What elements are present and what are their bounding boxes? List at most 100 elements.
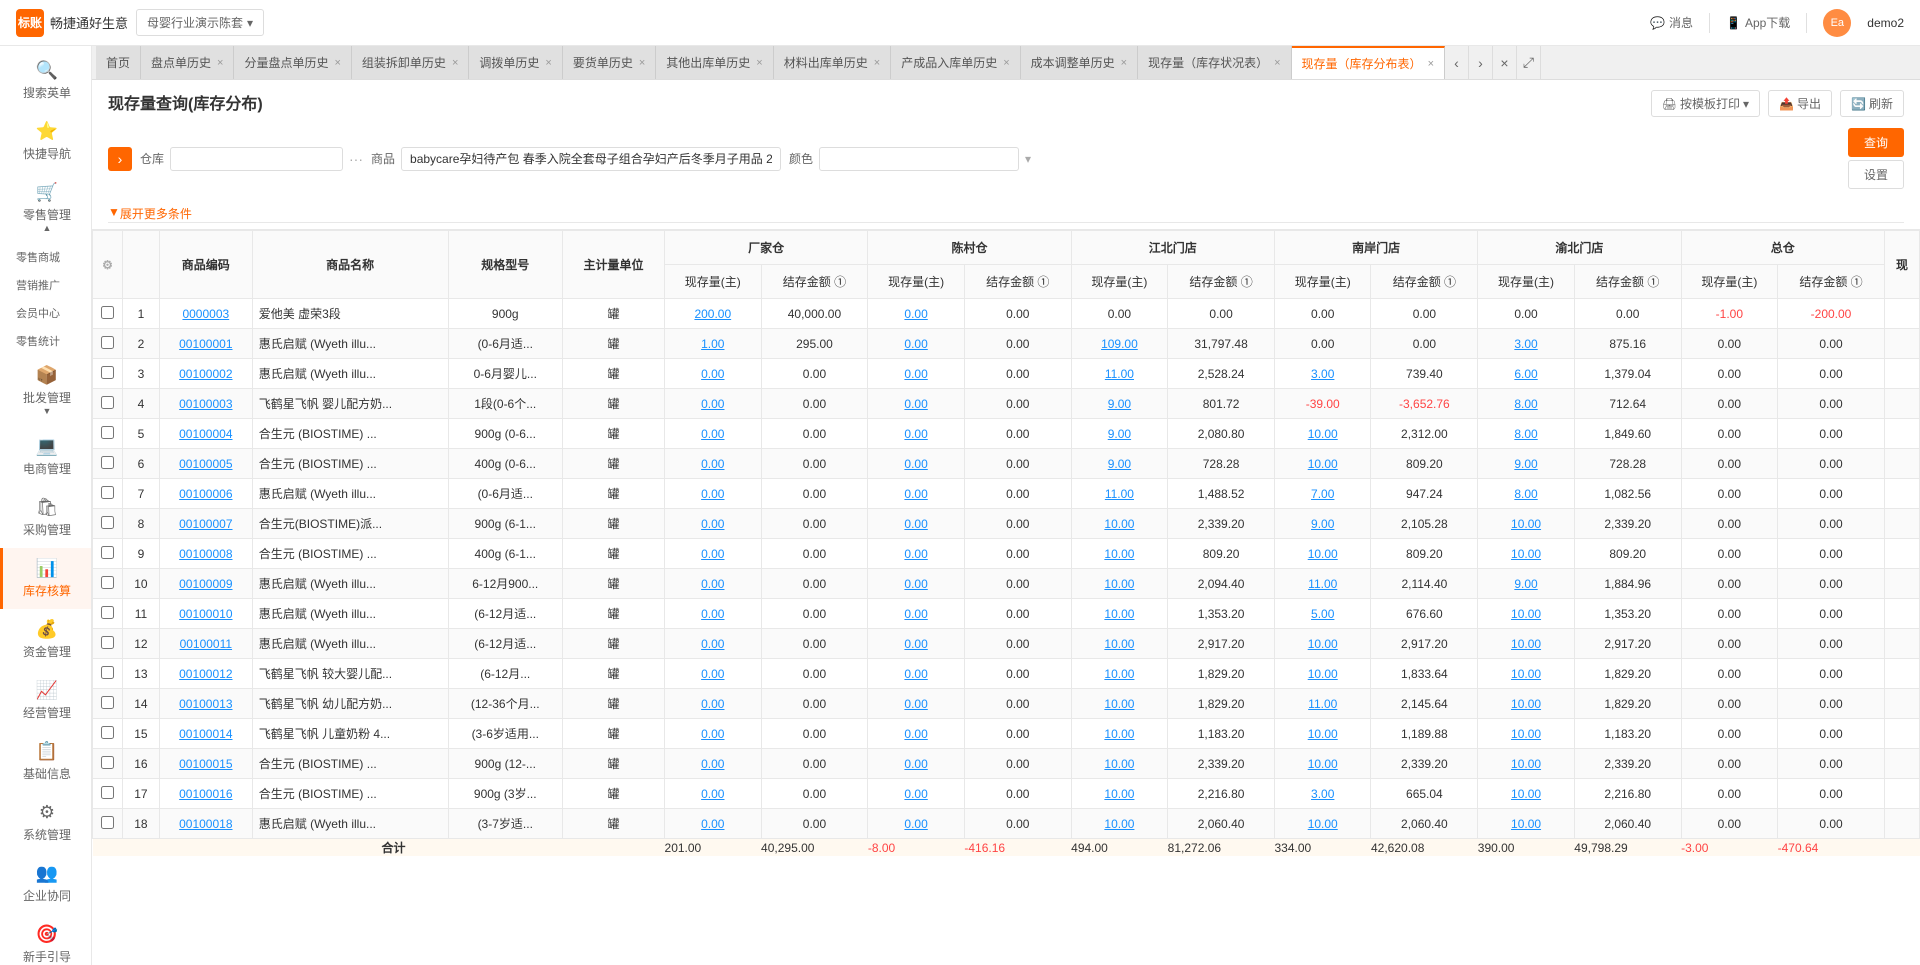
td-c-qty[interactable]: 0.00 <box>868 479 965 509</box>
warehouse-input[interactable] <box>170 147 343 171</box>
td-f-qty[interactable]: 0.00 <box>665 659 762 689</box>
td-f-qty[interactable]: 0.00 <box>665 599 762 629</box>
tab-close-icon[interactable]: × <box>1121 57 1127 69</box>
td-c-qty[interactable]: 0.00 <box>868 719 965 749</box>
td-na-qty[interactable]: -39.00 <box>1274 389 1371 419</box>
sidebar-item-retail[interactable]: 🛒 零售管理 ▲ <box>0 172 91 243</box>
td-f-qty[interactable]: 0.00 <box>665 809 762 839</box>
td-checkbox[interactable] <box>93 749 123 779</box>
td-yb-qty[interactable]: 10.00 <box>1478 689 1575 719</box>
td-c-qty[interactable]: 0.00 <box>868 299 965 329</box>
td-c-qty[interactable]: 0.00 <box>868 389 965 419</box>
sidebar-subitem-marketing[interactable]: 营销推广 <box>0 271 91 299</box>
td-checkbox[interactable] <box>93 509 123 539</box>
td-f-qty[interactable]: 1.00 <box>665 329 762 359</box>
td-na-qty[interactable]: 10.00 <box>1274 539 1371 569</box>
td-t-qty[interactable]: 0.00 <box>1681 809 1778 839</box>
td-checkbox[interactable] <box>93 389 123 419</box>
td-na-qty[interactable]: 11.00 <box>1274 569 1371 599</box>
td-f-qty[interactable]: 0.00 <box>665 539 762 569</box>
tab-transfer[interactable]: 调拨单历史 × <box>469 46 562 80</box>
td-na-qty[interactable]: 10.00 <box>1274 629 1371 659</box>
tab-cost-adjust[interactable]: 成本调整单历史 × <box>1021 46 1138 80</box>
td-checkbox[interactable] <box>93 299 123 329</box>
td-f-qty[interactable]: 0.00 <box>665 479 762 509</box>
tab-close-icon[interactable]: × <box>545 57 551 69</box>
nav-selector[interactable]: 母婴行业演示陈套 ▾ <box>136 9 264 36</box>
td-jb-qty[interactable]: 10.00 <box>1071 719 1168 749</box>
tab-close-icon[interactable]: × <box>1003 57 1009 69</box>
tab-close-icon[interactable]: × <box>1428 58 1434 70</box>
td-jb-qty[interactable]: 9.00 <box>1071 419 1168 449</box>
td-yb-qty[interactable]: 10.00 <box>1478 509 1575 539</box>
app-download-btn[interactable]: 📱 App下载 <box>1726 14 1790 31</box>
td-c-qty[interactable]: 0.00 <box>868 659 965 689</box>
td-yb-qty[interactable]: 10.00 <box>1478 599 1575 629</box>
td-c-qty[interactable]: 0.00 <box>868 509 965 539</box>
sidebar-item-guide[interactable]: 🎯 新手引导 <box>0 914 91 965</box>
td-jb-qty[interactable]: 10.00 <box>1071 689 1168 719</box>
td-code[interactable]: 00100012 <box>159 659 252 689</box>
td-f-qty[interactable]: 0.00 <box>665 569 762 599</box>
td-c-qty[interactable]: 0.00 <box>868 569 965 599</box>
td-jb-qty[interactable]: 0.00 <box>1071 299 1168 329</box>
td-jb-qty[interactable]: 10.00 <box>1071 509 1168 539</box>
td-yb-qty[interactable]: 8.00 <box>1478 479 1575 509</box>
tab-home[interactable]: 首页 <box>96 46 141 80</box>
td-c-qty[interactable]: 0.00 <box>868 599 965 629</box>
td-t-qty[interactable]: 0.00 <box>1681 659 1778 689</box>
tab-assemble[interactable]: 组装拆卸单历史 × <box>352 46 469 80</box>
tab-next-btn[interactable]: › <box>1469 46 1493 80</box>
sidebar-item-purchase[interactable]: 🛍 采购管理 <box>0 487 91 548</box>
td-f-qty[interactable]: 0.00 <box>665 389 762 419</box>
tab-close-icon[interactable]: × <box>874 57 880 69</box>
td-c-qty[interactable]: 0.00 <box>868 689 965 719</box>
tab-other-out[interactable]: 其他出库单历史 × <box>656 46 773 80</box>
td-checkbox[interactable] <box>93 569 123 599</box>
td-na-qty[interactable]: 10.00 <box>1274 659 1371 689</box>
td-c-qty[interactable]: 0.00 <box>868 779 965 809</box>
td-jb-qty[interactable]: 11.00 <box>1071 359 1168 389</box>
td-c-qty[interactable]: 0.00 <box>868 449 965 479</box>
td-code[interactable]: 00100013 <box>159 689 252 719</box>
td-code[interactable]: 00100016 <box>159 779 252 809</box>
color-input[interactable] <box>819 147 1019 171</box>
tab-close-icon[interactable]: × <box>217 57 223 69</box>
tab-close-icon[interactable]: × <box>639 57 645 69</box>
td-yb-qty[interactable]: 10.00 <box>1478 629 1575 659</box>
td-t-qty[interactable]: -1.00 <box>1681 299 1778 329</box>
sidebar-item-finance[interactable]: 💰 资金管理 <box>0 609 91 670</box>
td-yb-qty[interactable]: 10.00 <box>1478 659 1575 689</box>
td-t-qty[interactable]: 0.00 <box>1681 629 1778 659</box>
td-t-qty[interactable]: 0.00 <box>1681 779 1778 809</box>
td-f-qty[interactable]: 0.00 <box>665 359 762 389</box>
td-yb-qty[interactable]: 9.00 <box>1478 449 1575 479</box>
tab-material-out[interactable]: 材料出库单历史 × <box>774 46 891 80</box>
dots-icon[interactable]: ··· <box>349 151 363 167</box>
td-jb-qty[interactable]: 10.00 <box>1071 629 1168 659</box>
td-yb-qty[interactable]: 3.00 <box>1478 329 1575 359</box>
td-checkbox[interactable] <box>93 359 123 389</box>
td-na-qty[interactable]: 3.00 <box>1274 779 1371 809</box>
sidebar-item-operation[interactable]: 📈 经营管理 <box>0 670 91 731</box>
refresh-btn[interactable]: 🔄 刷新 <box>1840 90 1904 117</box>
td-f-qty[interactable]: 0.00 <box>665 719 762 749</box>
td-c-qty[interactable]: 0.00 <box>868 749 965 779</box>
td-t-qty[interactable]: 0.00 <box>1681 719 1778 749</box>
tab-stock-dist[interactable]: 现存量（库存分布表） × <box>1292 46 1445 80</box>
td-f-qty[interactable]: 200.00 <box>665 299 762 329</box>
td-yb-qty[interactable]: 10.00 <box>1478 809 1575 839</box>
sidebar-subitem-member[interactable]: 会员中心 <box>0 299 91 327</box>
td-checkbox[interactable] <box>93 719 123 749</box>
td-na-qty[interactable]: 5.00 <box>1274 599 1371 629</box>
td-c-qty[interactable]: 0.00 <box>868 329 965 359</box>
td-jb-qty[interactable]: 10.00 <box>1071 569 1168 599</box>
td-checkbox[interactable] <box>93 779 123 809</box>
td-t-qty[interactable]: 0.00 <box>1681 509 1778 539</box>
td-na-qty[interactable]: 10.00 <box>1274 719 1371 749</box>
tab-split-stocktake[interactable]: 分量盘点单历史 × <box>234 46 351 80</box>
td-code[interactable]: 00100005 <box>159 449 252 479</box>
td-jb-qty[interactable]: 10.00 <box>1071 749 1168 779</box>
query-button[interactable]: 查询 <box>1848 128 1904 157</box>
tab-close-icon[interactable]: × <box>334 57 340 69</box>
